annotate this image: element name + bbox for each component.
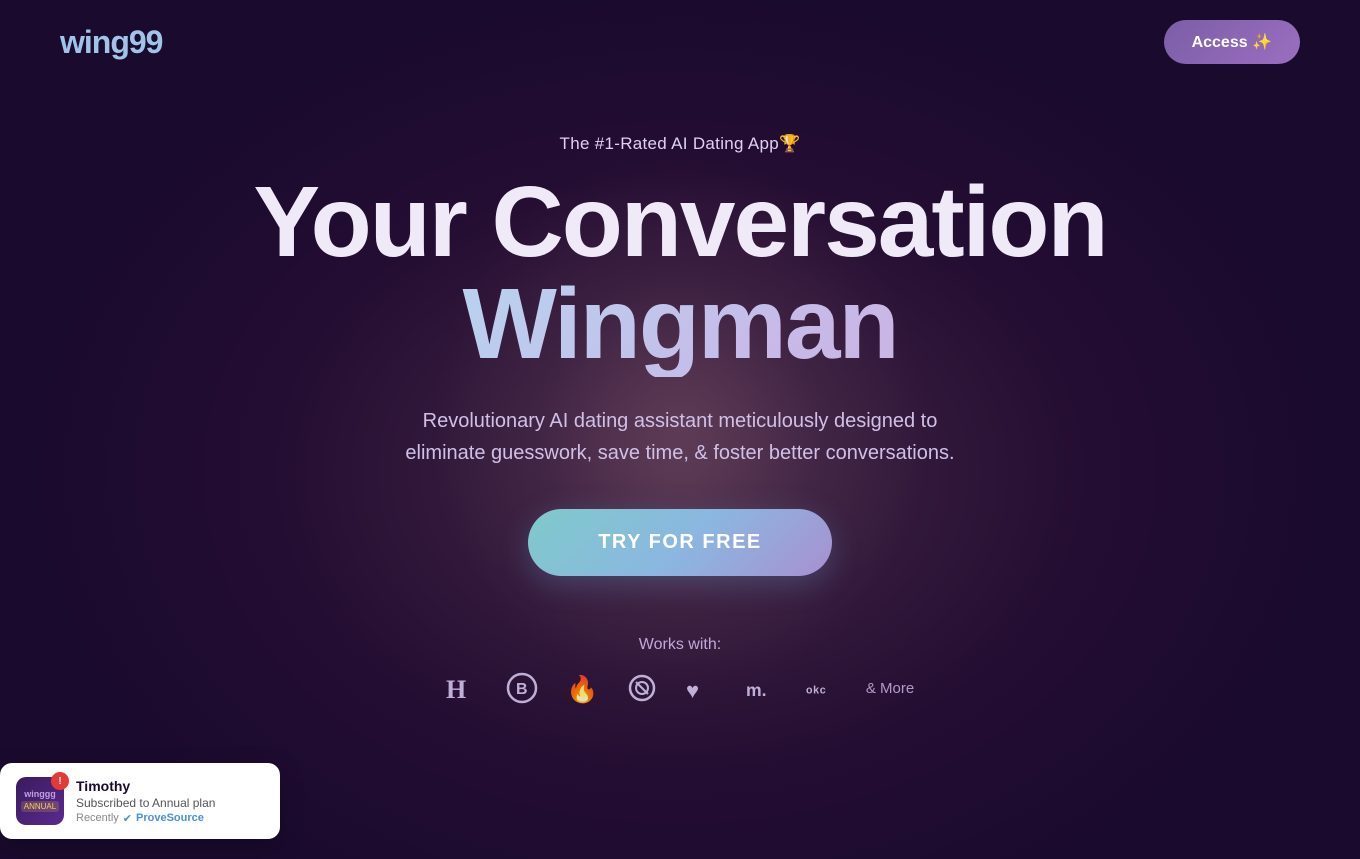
hero-description: Revolutionary AI dating assistant meticu… [380, 405, 980, 469]
hero-subtitle: The #1-Rated AI Dating App🏆 [0, 134, 1360, 154]
alert-badge: ! [51, 772, 69, 790]
svg-text:🔥: 🔥 [566, 674, 598, 704]
okc-icon: okc [806, 672, 838, 704]
works-with-section: Works with: H B 🔥 [0, 636, 1360, 704]
check-icon: ✔ [123, 812, 132, 825]
notification-popup: winggg ANNUAL ! Timothy Subscribed to An… [0, 763, 280, 839]
notif-user-name: Timothy [76, 778, 264, 794]
more-apps-text: & More [866, 680, 914, 697]
notif-provider: ProveSource [136, 812, 204, 824]
bumble-icon: B [506, 672, 538, 704]
notif-logo-badge: ANNUAL [21, 801, 59, 812]
notif-logo-text: winggg [24, 790, 56, 800]
tinder-icon: 🔥 [566, 672, 598, 704]
svg-text:H: H [446, 675, 466, 704]
svg-text:♥: ♥ [686, 678, 699, 703]
notif-content: Timothy Subscribed to Annual plan Recent… [76, 778, 264, 825]
hearts-icon: ♥ [686, 672, 718, 704]
notif-time-text: Recently [76, 812, 119, 824]
works-with-label: Works with: [0, 636, 1360, 654]
svg-text:B: B [516, 681, 528, 698]
notif-action: Subscribed to Annual plan [76, 796, 264, 810]
notif-time: Recently ✔ ProveSource [76, 812, 264, 825]
match-icon: m. [746, 672, 778, 704]
hero-headline-line1: Your Conversation [0, 172, 1360, 272]
app-icons-row: H B 🔥 ♥ [0, 672, 1360, 704]
hero-headline-line2: Wingman [0, 272, 1360, 377]
try-free-button[interactable]: TRY FOR FREE [528, 509, 832, 576]
hinge-icon: H [446, 672, 478, 704]
hero-section: The #1-Rated AI Dating App🏆 Your Convers… [0, 84, 1360, 626]
svg-text:okc: okc [806, 684, 826, 696]
coffee-meets-bagel-icon [626, 672, 658, 704]
navbar: wing99 Access ✨ [0, 0, 1360, 84]
access-button[interactable]: Access ✨ [1164, 20, 1300, 64]
logo: wing99 [60, 24, 162, 61]
logo-text: wing99 [60, 24, 162, 60]
svg-text:m.: m. [746, 680, 767, 700]
